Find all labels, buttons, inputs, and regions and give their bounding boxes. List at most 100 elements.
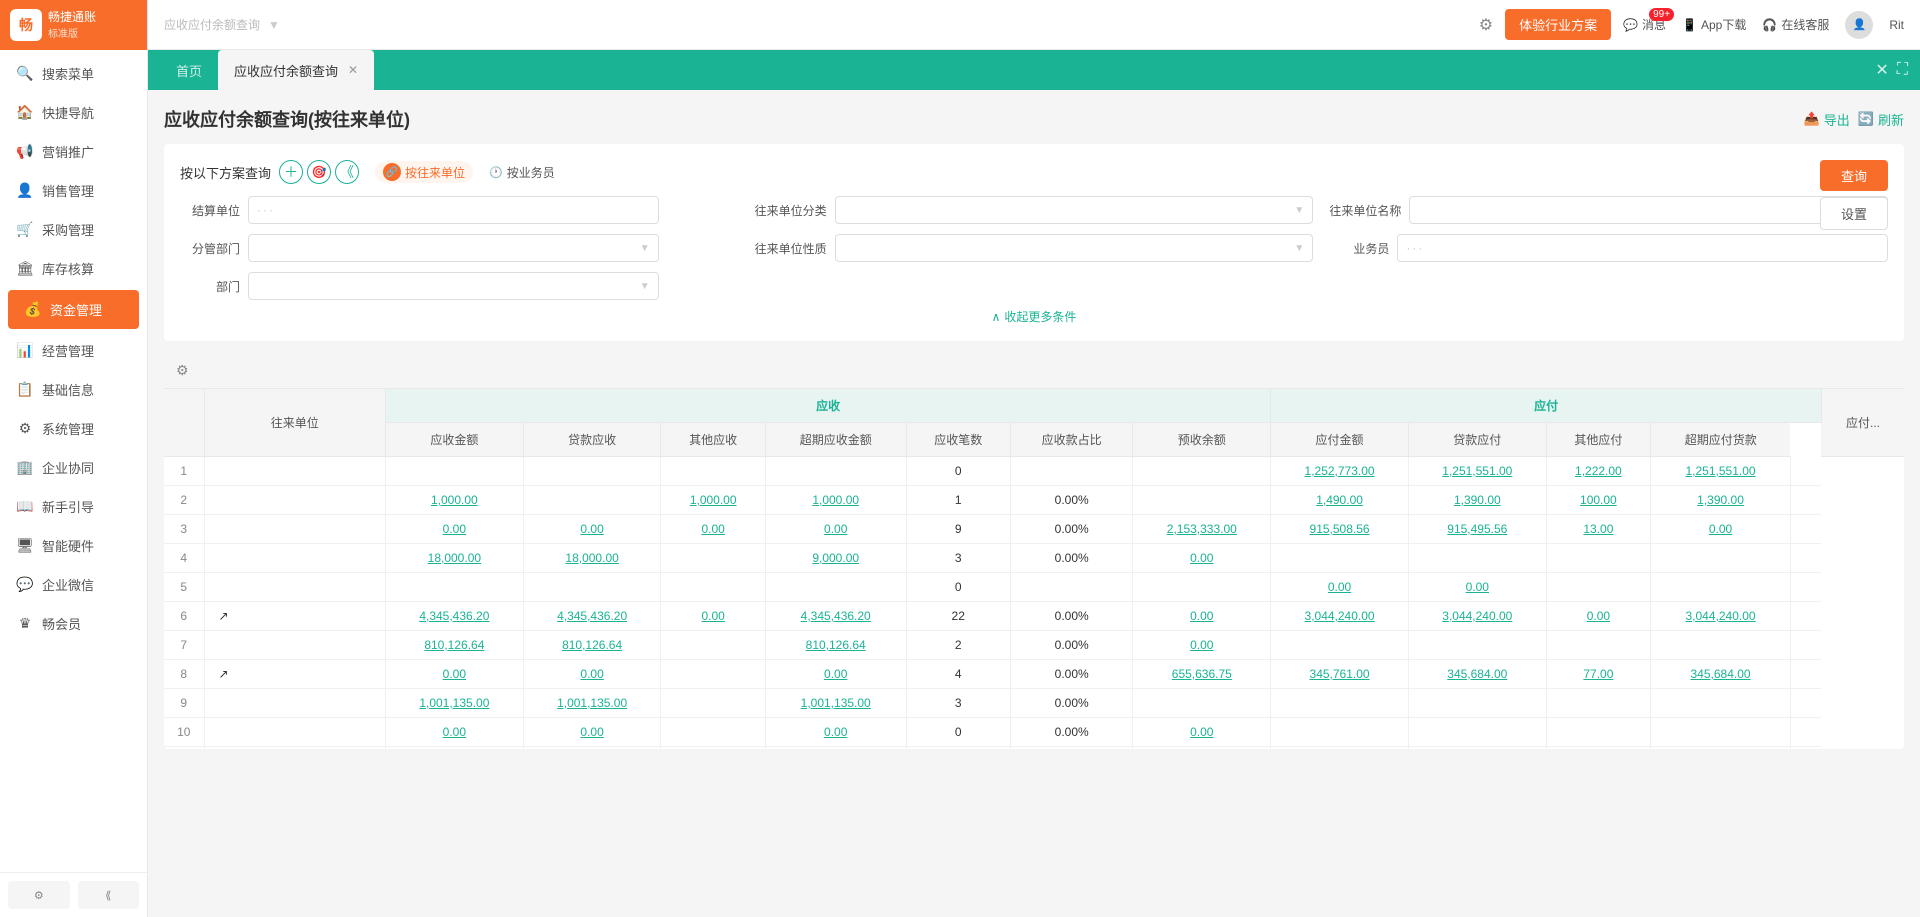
cell-ar_amount[interactable] <box>385 573 523 602</box>
cell-ar_other[interactable] <box>661 631 765 660</box>
collapse-button[interactable]: ∧ 收起更多条件 <box>992 308 1077 325</box>
customer-service-button[interactable]: 🎧 在线客服 <box>1762 16 1829 33</box>
cell-ar_loan[interactable] <box>523 457 661 486</box>
cell-ar_advance[interactable]: 0.00 <box>1133 544 1271 573</box>
cell-ap_overdue[interactable] <box>1651 718 1791 747</box>
cell-ap_overdue[interactable] <box>1651 747 1791 750</box>
cell-ar_loan[interactable]: 0.00 <box>523 660 661 689</box>
cell-ap_amount[interactable] <box>1271 631 1409 660</box>
cell-ar_overdue[interactable]: 1,001,135.00 <box>765 689 906 718</box>
cell-ap_loan[interactable] <box>1408 718 1546 747</box>
cell-ar_advance[interactable]: 2,153,333.00 <box>1133 515 1271 544</box>
cell-ar_amount[interactable]: 1,000.00 <box>385 486 523 515</box>
cell-ap_amount[interactable]: 1,490.00 <box>1271 486 1409 515</box>
cell-ar_overdue[interactable]: 0.00 <box>765 660 906 689</box>
cell-ap_other[interactable]: 100.00 <box>1546 486 1650 515</box>
cell-ar_amount[interactable]: 810,126.64 <box>385 631 523 660</box>
cell-ar_advance[interactable] <box>1133 457 1271 486</box>
cell-ar_loan[interactable]: 152.00 <box>523 747 661 750</box>
scheme-by-staff[interactable]: 🕐 按业务员 <box>481 161 563 183</box>
table-settings-icon[interactable]: ⚙ <box>176 362 189 379</box>
notification-button[interactable]: 💬 消息 99+ <box>1623 16 1666 33</box>
cell-ap_loan[interactable] <box>1408 631 1546 660</box>
cell-ar_other[interactable] <box>661 457 765 486</box>
cell-ar_other[interactable]: 0.00 <box>661 515 765 544</box>
header-settings-icon[interactable]: ⚙ <box>1479 15 1493 35</box>
cell-ar_amount[interactable]: 18,000.00 <box>385 544 523 573</box>
sidebar-item-guide[interactable]: 📖新手引导 <box>0 487 147 526</box>
cell-ar_amount[interactable] <box>385 457 523 486</box>
cell-ar_amount[interactable]: 0.00 <box>385 718 523 747</box>
cell-ap_other[interactable]: 0.00 <box>1546 602 1650 631</box>
cell-ar_other[interactable]: 1,000.00 <box>661 486 765 515</box>
cell-ar_overdue[interactable]: 4,345,436.20 <box>765 602 906 631</box>
cell-ap_overdue[interactable]: 345,684.00 <box>1651 660 1791 689</box>
sidebar-item-hardware[interactable]: 🖥智能硬件 <box>0 526 147 565</box>
export-button[interactable]: 📤 导出 <box>1804 110 1850 129</box>
cell-ar_other[interactable]: 0.00 <box>661 602 765 631</box>
settings-button[interactable]: 设置 <box>1820 197 1888 230</box>
cell-ar_amount[interactable]: 152.00 <box>385 747 523 750</box>
cell-ar_overdue[interactable]: 0.00 <box>765 718 906 747</box>
cell-ar_loan[interactable] <box>523 573 661 602</box>
cell-ar_overdue[interactable]: 0.00 <box>765 515 906 544</box>
cell-ap_loan[interactable] <box>1408 544 1546 573</box>
cell-ap_overdue[interactable] <box>1651 689 1791 718</box>
cell-ar_loan[interactable]: 4,345,436.20 <box>523 602 661 631</box>
sidebar-item-sales[interactable]: 👤销售管理 <box>0 171 147 210</box>
cell-ar_amount[interactable]: 0.00 <box>385 515 523 544</box>
promo-button[interactable]: 体验行业方案 <box>1505 9 1611 40</box>
cell-ar_loan[interactable]: 18,000.00 <box>523 544 661 573</box>
sidebar-item-basic-info[interactable]: 📋基础信息 <box>0 370 147 409</box>
user-avatar[interactable]: 👤 <box>1845 11 1873 39</box>
cell-ar_other[interactable] <box>661 573 765 602</box>
cell-ap_other[interactable] <box>1546 747 1650 750</box>
sidebar-item-member[interactable]: ♛畅会员 <box>0 604 147 643</box>
tab-home[interactable]: 首页 <box>160 50 218 90</box>
add-filter-btn[interactable]: ＋ <box>279 160 303 184</box>
sidebar-collapse-btn[interactable]: ⟪ <box>78 881 140 909</box>
cell-ar_advance[interactable] <box>1133 573 1271 602</box>
cell-ap_loan[interactable]: 1,251,551.00 <box>1408 457 1546 486</box>
cell-ap_amount[interactable]: 0.00 <box>1271 573 1409 602</box>
partner-nature-field[interactable]: ▼ <box>835 234 1314 262</box>
cell-ar_advance[interactable]: 0.00 <box>1133 631 1271 660</box>
tab-close-all-icon[interactable]: ✕ <box>1875 60 1888 80</box>
sidebar-item-search[interactable]: 🔍搜索菜单 <box>0 54 147 93</box>
sidebar-item-purchase[interactable]: 🛒采购管理 <box>0 210 147 249</box>
cell-ap_amount[interactable] <box>1271 544 1409 573</box>
cell-ar_advance[interactable]: 655,636.75 <box>1133 660 1271 689</box>
cell-ap_overdue[interactable]: 1,251,551.00 <box>1651 457 1791 486</box>
sidebar-item-business[interactable]: 📊经营管理 <box>0 331 147 370</box>
cell-ap_loan[interactable] <box>1408 689 1546 718</box>
refresh-button[interactable]: 🔄 刷新 <box>1858 110 1904 129</box>
cell-ar_other[interactable] <box>661 544 765 573</box>
cell-ar_amount[interactable]: 0.00 <box>385 660 523 689</box>
cell-ap_other[interactable]: 1,222.00 <box>1546 457 1650 486</box>
cell-ap_amount[interactable] <box>1271 718 1409 747</box>
cell-ap_amount[interactable]: 1,252,773.00 <box>1271 457 1409 486</box>
cell-ap_overdue[interactable] <box>1651 573 1791 602</box>
cell-ap_other[interactable]: 77.00 <box>1546 660 1650 689</box>
cell-ar_overdue[interactable]: 1,000.00 <box>765 486 906 515</box>
cell-ar_loan[interactable]: 810,126.64 <box>523 631 661 660</box>
cell-ar_overdue[interactable]: 810,126.64 <box>765 631 906 660</box>
cell-ar_loan[interactable] <box>523 486 661 515</box>
department-field[interactable]: ▼ <box>248 272 659 300</box>
cell-ap_amount[interactable] <box>1271 747 1409 750</box>
cell-ap_loan[interactable]: 3,044,240.00 <box>1408 602 1546 631</box>
cell-ap_overdue[interactable]: 0.00 <box>1651 515 1791 544</box>
cell-ap_loan[interactable]: 0.00 <box>1408 573 1546 602</box>
cell-ar_loan[interactable]: 0.00 <box>523 515 661 544</box>
sidebar-item-finance[interactable]: 💰资金管理 <box>8 290 139 329</box>
cell-ar_amount[interactable]: 4,345,436.20 <box>385 602 523 631</box>
cell-ar_other[interactable] <box>661 689 765 718</box>
cell-ar_advance[interactable] <box>1133 747 1271 750</box>
tab-expand-icon[interactable]: ⛶ <box>1897 61 1908 79</box>
edit-filter-btn[interactable]: 🎯 <box>307 160 331 184</box>
tab-close-icon[interactable]: ✕ <box>348 63 358 77</box>
cell-ap_other[interactable] <box>1546 718 1650 747</box>
more-filter-btn[interactable]: 《 <box>335 160 359 184</box>
scheme-by-unit[interactable]: 🔗 按往来单位 <box>375 161 473 183</box>
cell-ap_other[interactable] <box>1546 573 1650 602</box>
